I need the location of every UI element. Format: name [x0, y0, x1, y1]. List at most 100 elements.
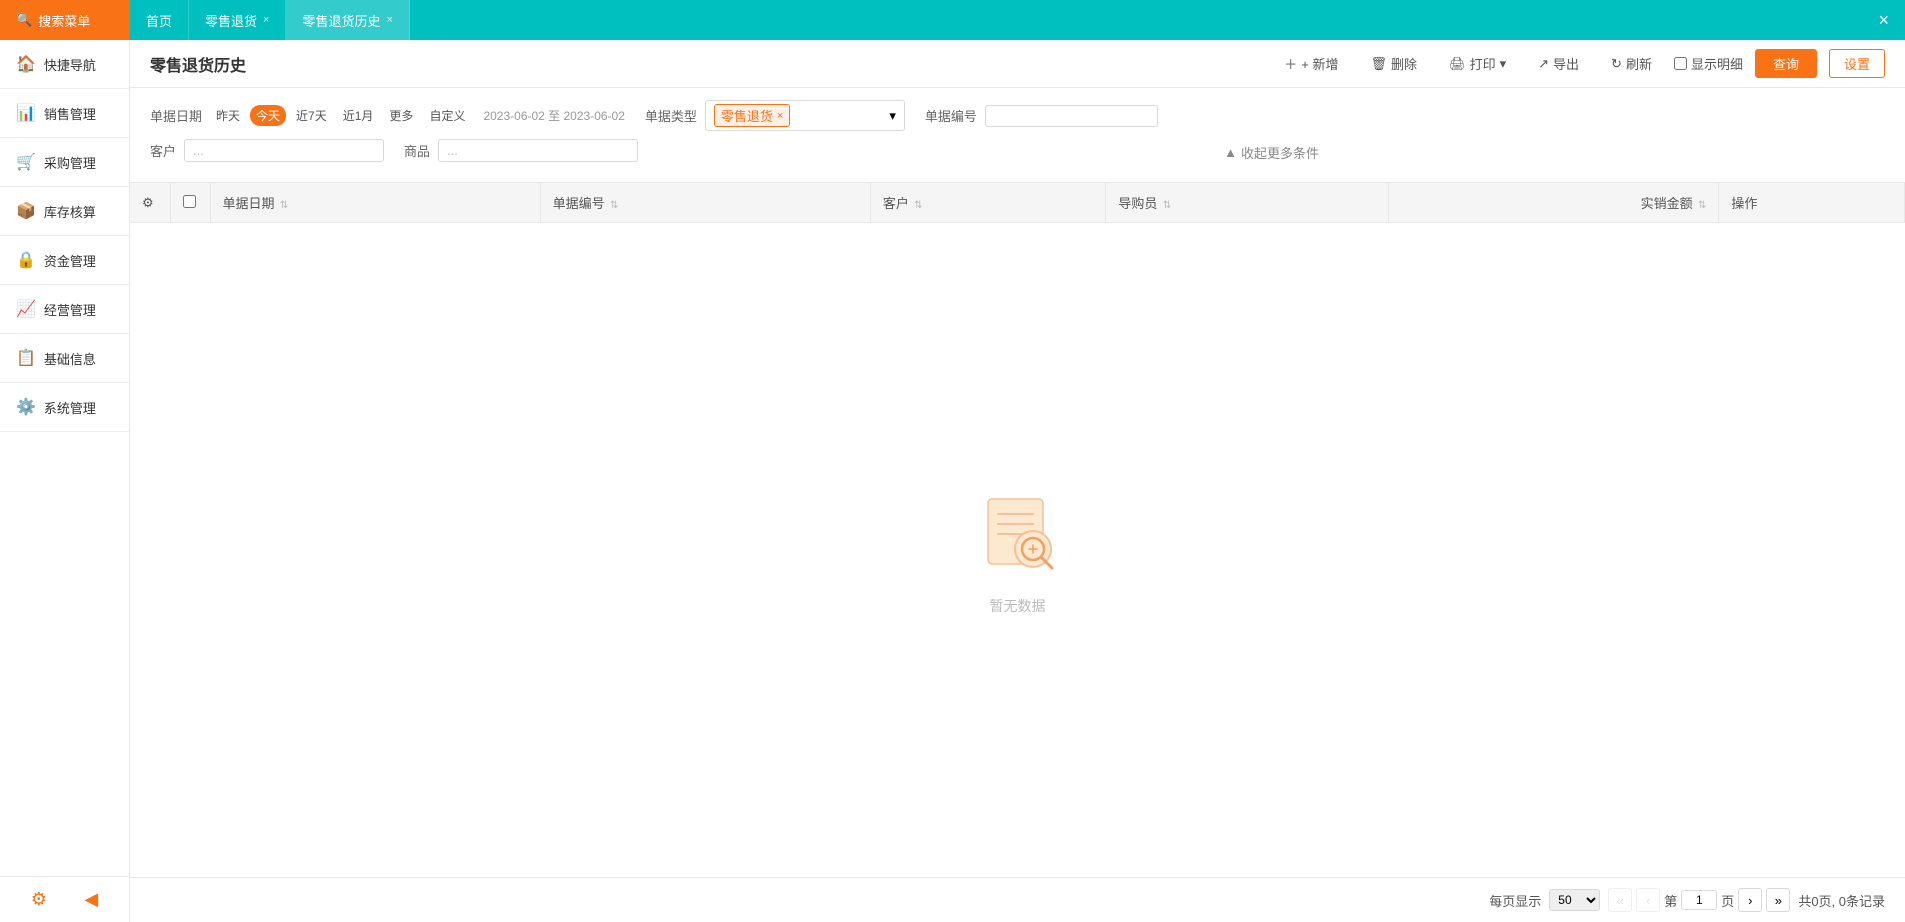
export-button[interactable]: ↗ 导出: [1528, 50, 1589, 77]
new-label: + 新增: [1301, 54, 1338, 73]
collapse-button[interactable]: ▲ 收起更多条件: [1224, 143, 1319, 162]
customer-filter: 客户 ...: [150, 139, 384, 162]
print-button[interactable]: 🖨 打印 ▾: [1439, 50, 1516, 77]
sidebar-item-finance[interactable]: 🔒 资金管理: [0, 236, 129, 285]
sidebar-bottom: ⚙ ◀: [0, 876, 129, 922]
customer-label: 客户: [150, 141, 176, 160]
sidebar-item-system-label: 系统管理: [44, 398, 96, 417]
th-doc-number-sort: ⇅: [610, 200, 618, 211]
page-prev-button[interactable]: ‹: [1636, 888, 1660, 912]
system-icon: ⚙️: [16, 397, 36, 417]
basic-info-icon: 📋: [16, 348, 36, 368]
tab-list: 首页 零售退货 × 零售退货历史 ×: [130, 0, 1862, 40]
delete-button[interactable]: 🗑 删除: [1361, 50, 1428, 77]
refresh-button[interactable]: ↻ 刷新: [1601, 50, 1662, 77]
tab-retail-return-history-label: 零售退货历史: [302, 11, 380, 30]
th-doc-date[interactable]: 单据日期 ⇅: [210, 183, 540, 223]
table-header-row: ⚙ 单据日期 ⇅ 单据编号 ⇅: [130, 183, 1905, 223]
settings-gear-icon[interactable]: ⚙: [31, 889, 47, 910]
display-switch-checkbox[interactable]: [1674, 57, 1687, 70]
collapse-sidebar-icon[interactable]: ◀: [84, 889, 98, 910]
tab-retail-return-close[interactable]: ×: [263, 14, 269, 26]
customer-select[interactable]: ...: [184, 139, 384, 162]
th-customer-sort: ⇅: [914, 200, 922, 211]
doc-type-select[interactable]: 零售退货 × ▾: [705, 100, 905, 131]
window-close-button[interactable]: ×: [1862, 10, 1905, 31]
th-customer-label: 客户: [883, 196, 909, 211]
doc-type-tag-close[interactable]: ×: [777, 110, 783, 122]
sidebar-item-quick-nav[interactable]: 🏠 快捷导航: [0, 40, 129, 89]
print-label: 打印: [1470, 54, 1496, 73]
sidebar-item-sales-label: 销售管理: [44, 104, 96, 123]
sidebar-item-system[interactable]: ⚙️ 系统管理: [0, 383, 129, 432]
tab-retail-return-history[interactable]: 零售退货历史 ×: [286, 0, 409, 40]
setting-button[interactable]: 设置: [1829, 49, 1885, 78]
empty-illustration: [968, 484, 1068, 584]
new-icon: ＋: [1284, 54, 1297, 73]
page-next-button[interactable]: ›: [1738, 888, 1762, 912]
total-label: 共0页, 0条记录: [1798, 891, 1885, 910]
th-amount[interactable]: 实销金额 ⇅: [1389, 183, 1719, 223]
print-icon: 🖨: [1449, 56, 1466, 72]
customer-placeholder: ...: [193, 143, 204, 158]
doc-type-tag-text: 零售退货: [721, 106, 773, 125]
query-button[interactable]: 查询: [1755, 49, 1817, 78]
date-btn-7days[interactable]: 近7天: [290, 105, 333, 126]
sidebar-item-finance-label: 资金管理: [44, 251, 96, 270]
th-guide[interactable]: 导购员 ⇅: [1106, 183, 1389, 223]
date-btn-1month[interactable]: 近1月: [337, 105, 380, 126]
page-nav: « ‹ 第 页 › »: [1608, 888, 1790, 912]
th-amount-sort: ⇅: [1698, 200, 1706, 211]
page-label: 第: [1664, 891, 1677, 910]
doc-number-input[interactable]: [985, 105, 1158, 127]
date-btn-yesterday[interactable]: 昨天: [210, 105, 246, 126]
sidebar-item-inventory-label: 库存核算: [44, 202, 96, 221]
date-btn-more[interactable]: 更多: [383, 105, 419, 126]
operations-icon: 📈: [16, 299, 36, 319]
goods-filter: 商品 ...: [404, 139, 638, 162]
new-button[interactable]: ＋ + 新增: [1274, 50, 1348, 77]
search-label: 搜索菜单: [38, 11, 90, 30]
sidebar-item-basic-info[interactable]: 📋 基础信息: [0, 334, 129, 383]
doc-number-filter: 单据编号: [925, 105, 1158, 127]
date-btn-today[interactable]: 今天: [250, 105, 286, 126]
th-doc-number[interactable]: 单据编号 ⇅: [540, 183, 870, 223]
tab-home[interactable]: 首页: [130, 0, 189, 40]
select-all-checkbox[interactable]: [183, 195, 196, 208]
th-guide-label: 导购员: [1118, 196, 1157, 211]
collapse-label: 收起更多条件: [1241, 143, 1319, 162]
page-first-button[interactable]: «: [1608, 888, 1632, 912]
goods-select[interactable]: ...: [438, 139, 638, 162]
sidebar-item-quick-nav-label: 快捷导航: [44, 55, 96, 74]
sidebar-item-operations[interactable]: 📈 经营管理: [0, 285, 129, 334]
sidebar-item-purchase[interactable]: 🛒 采购管理: [0, 138, 129, 187]
sidebar-item-purchase-label: 采购管理: [44, 153, 96, 172]
tab-retail-return[interactable]: 零售退货 ×: [189, 0, 286, 40]
date-btn-custom[interactable]: 自定义: [423, 105, 471, 126]
finance-icon: 🔒: [16, 250, 36, 270]
doc-type-dropdown-icon: ▾: [889, 108, 896, 124]
page-number-input[interactable]: [1681, 890, 1717, 910]
refresh-label: 刷新: [1626, 54, 1652, 73]
sidebar-item-sales[interactable]: 📊 销售管理: [0, 89, 129, 138]
doc-type-label: 单据类型: [645, 106, 697, 125]
th-doc-date-sort: ⇅: [280, 200, 288, 211]
filter-area: 单据日期 昨天 今天 近7天 近1月 更多 自定义 2023-06-02 至 2…: [130, 88, 1905, 183]
page-size-select[interactable]: 10 20 50 100: [1549, 889, 1600, 911]
content-area: 零售退货历史 ＋ + 新增 🗑 删除 🖨 打印 ▾ ↗ 导出: [130, 40, 1905, 922]
goods-label: 商品: [404, 141, 430, 160]
sidebar-item-inventory[interactable]: 📦 库存核算: [0, 187, 129, 236]
search-area[interactable]: 🔍 搜索菜单: [0, 0, 130, 40]
sales-icon: 📊: [16, 103, 36, 123]
th-customer[interactable]: 客户 ⇅: [870, 183, 1106, 223]
page-last-button[interactable]: »: [1766, 888, 1790, 912]
th-amount-label: 实销金额: [1641, 196, 1693, 211]
th-checkbox[interactable]: [170, 183, 210, 223]
display-switch[interactable]: 显示明细: [1674, 54, 1743, 73]
filter-row-2: 客户 ... 商品 ... ▲ 收起更多条件: [150, 139, 1885, 162]
data-table: ⚙ 单据日期 ⇅ 单据编号 ⇅: [130, 183, 1905, 223]
tab-retail-return-history-close[interactable]: ×: [386, 14, 392, 26]
purchase-icon: 🛒: [16, 152, 36, 172]
empty-state: 暂无数据: [130, 223, 1905, 877]
th-settings[interactable]: ⚙: [130, 183, 170, 223]
